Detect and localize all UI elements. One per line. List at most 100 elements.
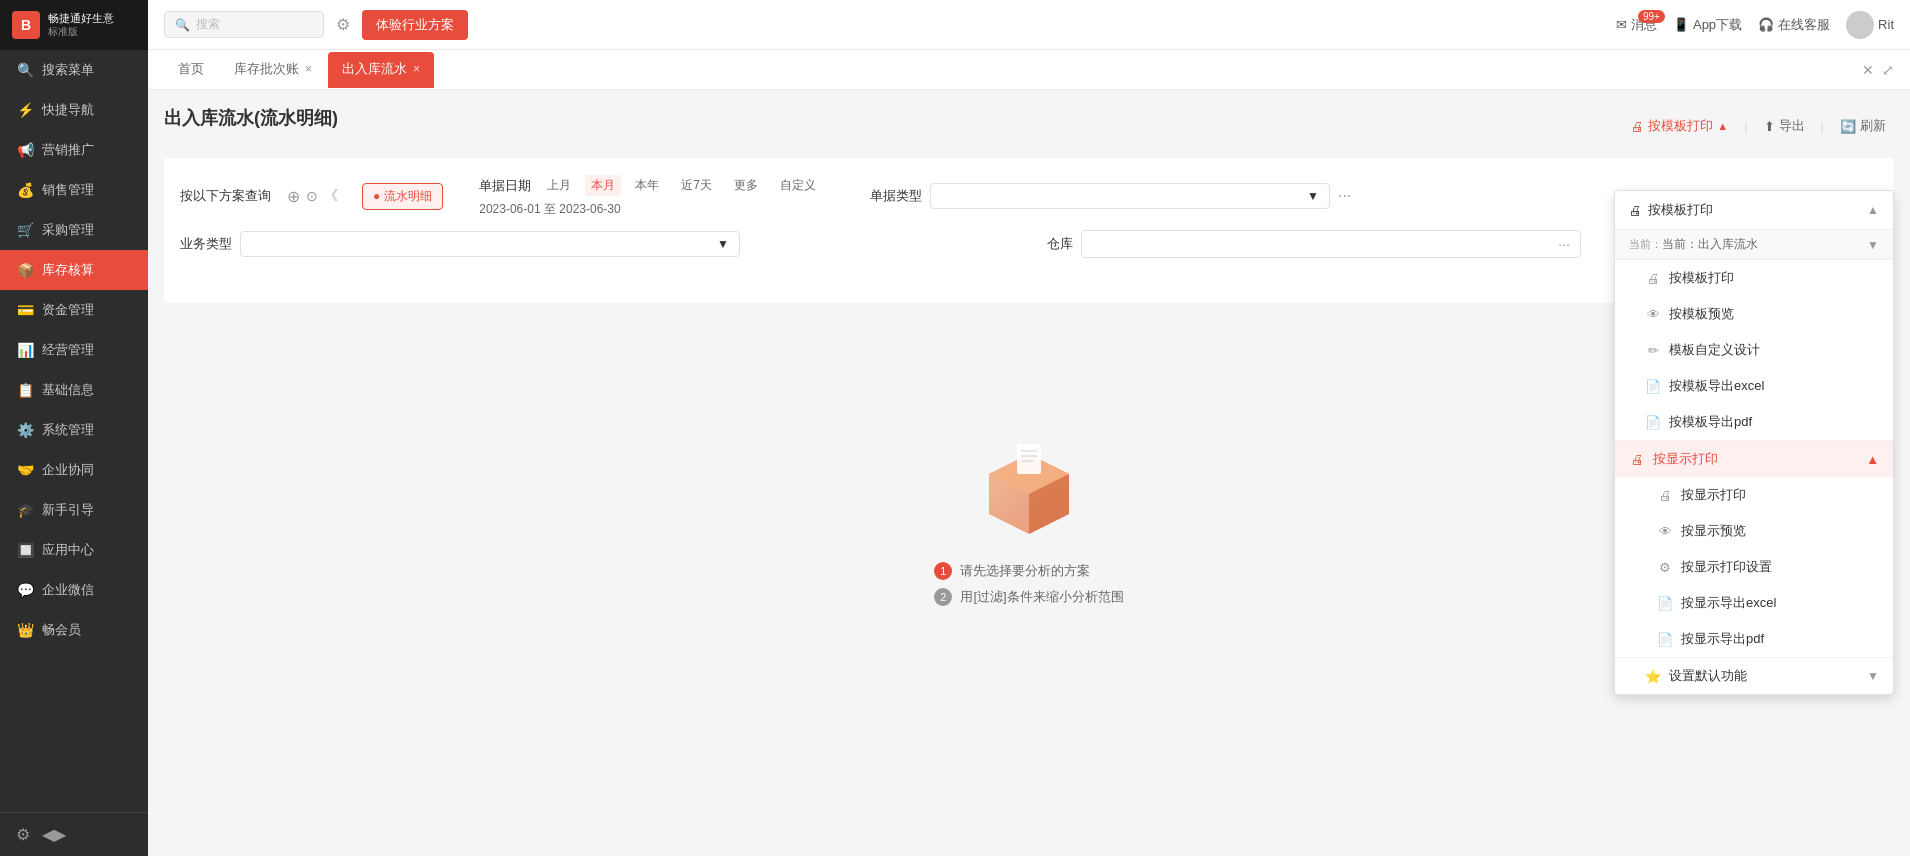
tab-batch-ledger[interactable]: 库存批次账 ×: [220, 52, 326, 88]
display-pdf-icon: 📄: [1657, 631, 1673, 647]
sidebar-item-system[interactable]: ⚙️ 系统管理: [0, 410, 148, 450]
dropdown-item-display-settings[interactable]: ⚙ 按显示打印设置: [1615, 549, 1893, 585]
dropdown-item-template-print[interactable]: 🖨 按模板打印: [1615, 260, 1893, 296]
sidebar-item-enterprise[interactable]: 🤝 企业协同: [0, 450, 148, 490]
sidebar-item-sales[interactable]: 💰 销售管理: [0, 170, 148, 210]
sidebar-item-newbie[interactable]: 🎓 新手引导: [0, 490, 148, 530]
date-option-7days[interactable]: 近7天: [673, 174, 720, 197]
filter-tag-flow[interactable]: ● 流水明细: [362, 183, 443, 210]
date-option-this-month[interactable]: 本月: [585, 175, 621, 196]
dropdown-item-template-excel[interactable]: 📄 按模板导出excel: [1615, 368, 1893, 404]
date-option-custom[interactable]: 自定义: [772, 174, 824, 197]
sidebar-item-finance[interactable]: 💳 资金管理: [0, 290, 148, 330]
filter-actions: ⊕ ⊙ 《: [287, 187, 338, 206]
dropdown-item-set-default[interactable]: ⭐ 设置默认功能 ▼: [1615, 658, 1893, 694]
system-icon: ⚙️: [16, 421, 34, 439]
warehouse-label: 仓库: [1047, 235, 1073, 253]
user-avatar: [1846, 11, 1874, 39]
warehouse-select[interactable]: ···: [1081, 230, 1581, 258]
filter-collapse-left-btn[interactable]: 《: [324, 187, 338, 205]
dropdown-item-display-pdf[interactable]: 📄 按显示导出pdf: [1615, 621, 1893, 657]
sales-icon: 💰: [16, 181, 34, 199]
header: 🔍 搜索 ⚙ 体验行业方案 ✉ 消息 99+ 📱 App下载 🎧 在线客服: [148, 0, 1910, 50]
sidebar-item-search[interactable]: 🔍 搜索菜单: [0, 50, 148, 90]
export-icon: ⬆: [1764, 119, 1775, 134]
empty-step-1: 1 请先选择要分析的方案: [934, 562, 1123, 580]
header-gear-icon[interactable]: ⚙: [336, 15, 350, 34]
bottom-settings-icon[interactable]: ⚙: [16, 825, 30, 844]
dropdown-item-display-preview[interactable]: 👁 按显示预览: [1615, 513, 1893, 549]
sidebar-item-basic[interactable]: 📋 基础信息: [0, 370, 148, 410]
operation-icon: 📊: [16, 341, 34, 359]
app-download-item[interactable]: 📱 App下载: [1673, 16, 1742, 34]
dropdown-section-display[interactable]: 🖨 按显示打印 ▲: [1615, 441, 1893, 477]
dropdown-item-display-excel[interactable]: 📄 按显示导出excel: [1615, 585, 1893, 621]
sidebar-toggle-icon[interactable]: ◀▶: [42, 825, 66, 844]
header-search-box[interactable]: 🔍 搜索: [164, 11, 324, 38]
tab-home[interactable]: 首页: [164, 52, 218, 88]
export-btn[interactable]: ⬆ 导出: [1756, 113, 1813, 139]
step-1-num: 1: [934, 562, 952, 580]
sidebar-item-member[interactable]: 👑 畅会员: [0, 610, 148, 650]
business-type-select[interactable]: ▼: [240, 231, 740, 257]
inventory-icon: 📦: [16, 261, 34, 279]
newbie-icon: 🎓: [16, 501, 34, 519]
dropdown-item-template-pdf[interactable]: 📄 按模板导出pdf: [1615, 404, 1893, 440]
dropdown-item-display-print[interactable]: 🖨 按显示打印: [1615, 477, 1893, 513]
dropdown-item-template-preview[interactable]: 👁 按模板预览: [1615, 296, 1893, 332]
dropdown-print-icon: 🖨: [1629, 203, 1642, 218]
refresh-btn[interactable]: 🔄 刷新: [1832, 113, 1894, 139]
search-placeholder-text: 搜索: [196, 16, 220, 33]
date-range-text: 2023-06-01 至 2023-06-30: [479, 201, 824, 218]
purchase-icon: 🛒: [16, 221, 34, 239]
message-item[interactable]: ✉ 消息 99+: [1616, 16, 1657, 34]
sidebar-item-wechat[interactable]: 💬 企业微信: [0, 570, 148, 610]
display-print-icon: 🖨: [1657, 487, 1673, 503]
sidebar-item-operation[interactable]: 📊 经营管理: [0, 330, 148, 370]
message-badge: 99+: [1638, 10, 1665, 23]
sidebar-item-quick-nav[interactable]: ⚡ 快捷导航: [0, 90, 148, 130]
current-arrow[interactable]: ▼: [1867, 238, 1879, 252]
dropdown-item-template-custom[interactable]: ✏ 模板自定义设计: [1615, 332, 1893, 368]
display-excel-icon: 📄: [1657, 595, 1673, 611]
template-excel-icon: 📄: [1645, 378, 1661, 394]
tab-batch-close-icon[interactable]: ×: [305, 62, 312, 76]
set-default-arrow: ▼: [1867, 669, 1879, 683]
user-name: Rit: [1878, 17, 1894, 32]
current-label-text: 当前：: [1629, 237, 1662, 252]
print-dropdown-chevron[interactable]: ▲: [1717, 120, 1728, 132]
date-option-more[interactable]: 更多: [726, 174, 766, 197]
online-service-item[interactable]: 🎧 在线客服: [1758, 16, 1830, 34]
sidebar-item-inventory[interactable]: 📦 库存核算: [0, 250, 148, 290]
tab-fullscreen-icon[interactable]: ⤢: [1882, 62, 1894, 78]
trial-button[interactable]: 体验行业方案: [362, 10, 468, 40]
tab-flow[interactable]: 出入库流水 ×: [328, 52, 434, 88]
top-action-right: 🖨 按模板打印 ▲ | ⬆ 导出 | 🔄 刷新: [1623, 113, 1894, 139]
empty-step-2: 2 用[过滤]条件来缩小分析范围: [934, 588, 1123, 606]
doc-type-more-btn[interactable]: ···: [1338, 187, 1351, 205]
finance-icon: 💳: [16, 301, 34, 319]
page-header-row: 出入库流水(流水明细) 🖨 按模板打印 ▲ | ⬆ 导出 | 🔄 刷新: [164, 106, 1894, 146]
filter-settings-btn[interactable]: ⊙: [306, 188, 318, 204]
filter-add-btn[interactable]: ⊕: [287, 187, 300, 206]
sidebar-item-marketing[interactable]: 📢 营销推广: [0, 130, 148, 170]
dropdown-header-arrow[interactable]: ▲: [1867, 203, 1879, 217]
phone-icon: 📱: [1673, 17, 1689, 32]
warehouse-more-btn[interactable]: ···: [1558, 236, 1570, 252]
date-option-last-month[interactable]: 上月: [539, 174, 579, 197]
sidebar-item-app-center[interactable]: 🔲 应用中心: [0, 530, 148, 570]
template-preview-icon: 👁: [1645, 306, 1661, 322]
date-option-this-year[interactable]: 本年: [627, 174, 667, 197]
main-area: 🔍 搜索 ⚙ 体验行业方案 ✉ 消息 99+ 📱 App下载 🎧 在线客服: [148, 0, 1910, 856]
date-options: 上月 本月 本年 近7天 更多 自定义: [539, 174, 824, 197]
tab-close-all-icon[interactable]: ✕: [1862, 62, 1874, 78]
message-icon: ✉: [1616, 17, 1627, 32]
doc-type-label: 单据类型: [870, 187, 922, 205]
sidebar-item-purchase[interactable]: 🛒 采购管理: [0, 210, 148, 250]
display-settings-icon: ⚙: [1657, 559, 1673, 575]
template-print-btn[interactable]: 🖨 按模板打印 ▲: [1623, 113, 1736, 139]
user-profile[interactable]: Rit: [1846, 11, 1894, 39]
tab-flow-close-icon[interactable]: ×: [413, 62, 420, 76]
template-pdf-icon: 📄: [1645, 414, 1661, 430]
doc-type-select[interactable]: ▼: [930, 183, 1330, 209]
